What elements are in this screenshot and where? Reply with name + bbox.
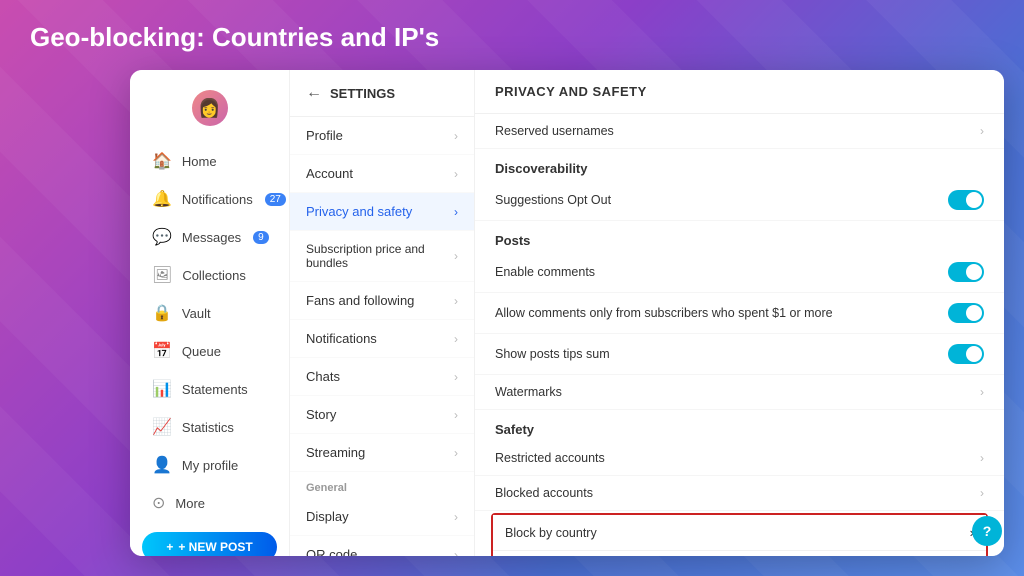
sidebar: 👩 🏠 Home 🔔 Notifications 27 💬 Messages 9… [130, 70, 290, 556]
sidebar-item-notifications[interactable]: 🔔 Notifications 27 [136, 181, 283, 217]
chevron-icon: › [454, 294, 458, 308]
allow-comments-toggle[interactable] [948, 303, 984, 323]
middle-item-account[interactable]: Account › [290, 155, 474, 193]
middle-item-privacy[interactable]: Privacy and safety › [290, 193, 474, 231]
chevron-icon: › [454, 510, 458, 524]
chevron-icon: › [980, 124, 984, 138]
chevron-icon: › [454, 548, 458, 557]
sidebar-item-statistics[interactable]: 📈 Statistics [136, 409, 283, 445]
geo-blocking-highlight: Block by country › Block by IP address › [491, 513, 988, 556]
collections-icon: 🖼 [152, 265, 172, 285]
enable-comments-item[interactable]: Enable comments [475, 252, 1004, 293]
chevron-icon: › [980, 385, 984, 399]
reserved-usernames-item[interactable]: Reserved usernames › [475, 114, 1004, 149]
chevron-icon: › [454, 129, 458, 143]
notifications-icon: 🔔 [152, 189, 172, 209]
vault-icon: 🔒 [152, 303, 172, 323]
chevron-icon: › [980, 451, 984, 465]
chevron-icon: › [454, 167, 458, 181]
suggestions-opt-out-item[interactable]: Suggestions Opt Out [475, 180, 1004, 221]
middle-item-qrcode[interactable]: QR code › [290, 536, 474, 556]
chevron-icon: › [454, 408, 458, 422]
sidebar-item-statements[interactable]: 📊 Statements [136, 371, 283, 407]
general-section-label: General [290, 472, 474, 498]
sidebar-item-more[interactable]: ⊙ More [136, 485, 283, 521]
discoverability-title: Discoverability [475, 149, 1004, 180]
sidebar-item-vault[interactable]: 🔒 Vault [136, 295, 283, 331]
chevron-icon: › [454, 332, 458, 346]
help-button[interactable]: ? [972, 516, 1002, 546]
restricted-accounts-item[interactable]: Restricted accounts › [475, 441, 1004, 476]
posts-tips-toggle[interactable] [948, 344, 984, 364]
chevron-icon: › [980, 486, 984, 500]
right-panel: PRIVACY AND SAFETY Reserved usernames › … [475, 70, 1004, 556]
show-posts-tips-item[interactable]: Show posts tips sum [475, 334, 1004, 375]
posts-title: Posts [475, 221, 1004, 252]
messages-badge: 9 [253, 231, 269, 244]
sidebar-item-home[interactable]: 🏠 Home [136, 143, 283, 179]
safety-title: Safety [475, 410, 1004, 441]
statistics-icon: 📈 [152, 417, 172, 437]
sidebar-item-messages[interactable]: 💬 Messages 9 [136, 219, 283, 255]
suggestions-toggle[interactable] [948, 190, 984, 210]
back-arrow-icon[interactable]: ← [306, 84, 322, 102]
sidebar-item-collections[interactable]: 🖼 Collections [136, 257, 283, 293]
main-container: 👩 🏠 Home 🔔 Notifications 27 💬 Messages 9… [130, 70, 1004, 556]
middle-item-streaming[interactable]: Streaming › [290, 434, 474, 472]
blocked-accounts-item[interactable]: Blocked accounts › [475, 476, 1004, 511]
right-panel-header: PRIVACY AND SAFETY [475, 70, 1004, 114]
avatar[interactable]: 👩 [192, 90, 228, 126]
middle-item-display[interactable]: Display › [290, 498, 474, 536]
sidebar-item-queue[interactable]: 📅 Queue [136, 333, 283, 369]
plus-icon: + [166, 540, 173, 554]
middle-item-fans[interactable]: Fans and following › [290, 282, 474, 320]
more-icon: ⊙ [152, 493, 165, 513]
home-icon: 🏠 [152, 151, 172, 171]
settings-header: ← SETTINGS [290, 70, 474, 117]
block-by-country-item[interactable]: Block by country › [493, 515, 986, 551]
profile-icon: 👤 [152, 455, 172, 475]
middle-item-subscription[interactable]: Subscription price and bundles › [290, 231, 474, 282]
new-post-button[interactable]: + + NEW POST [142, 532, 277, 556]
middle-item-chats[interactable]: Chats › [290, 358, 474, 396]
statements-icon: 📊 [152, 379, 172, 399]
middle-item-story[interactable]: Story › [290, 396, 474, 434]
page-title: Geo-blocking: Countries and IP's [30, 22, 439, 53]
messages-icon: 💬 [152, 227, 172, 247]
enable-comments-toggle[interactable] [948, 262, 984, 282]
chevron-icon: › [454, 249, 458, 263]
avatar-section: 👩 [130, 82, 289, 142]
sidebar-item-myprofile[interactable]: 👤 My profile [136, 447, 283, 483]
chevron-icon: › [454, 446, 458, 460]
middle-item-profile[interactable]: Profile › [290, 117, 474, 155]
watermarks-item[interactable]: Watermarks › [475, 375, 1004, 410]
chevron-icon: › [454, 205, 458, 219]
block-by-ip-item[interactable]: Block by IP address › [493, 551, 986, 556]
chevron-icon: › [454, 370, 458, 384]
queue-icon: 📅 [152, 341, 172, 361]
middle-item-notifications[interactable]: Notifications › [290, 320, 474, 358]
middle-panel: ← SETTINGS Profile › Account › Privacy a… [290, 70, 475, 556]
notifications-badge: 27 [265, 193, 286, 206]
allow-comments-item[interactable]: Allow comments only from subscribers who… [475, 293, 1004, 334]
